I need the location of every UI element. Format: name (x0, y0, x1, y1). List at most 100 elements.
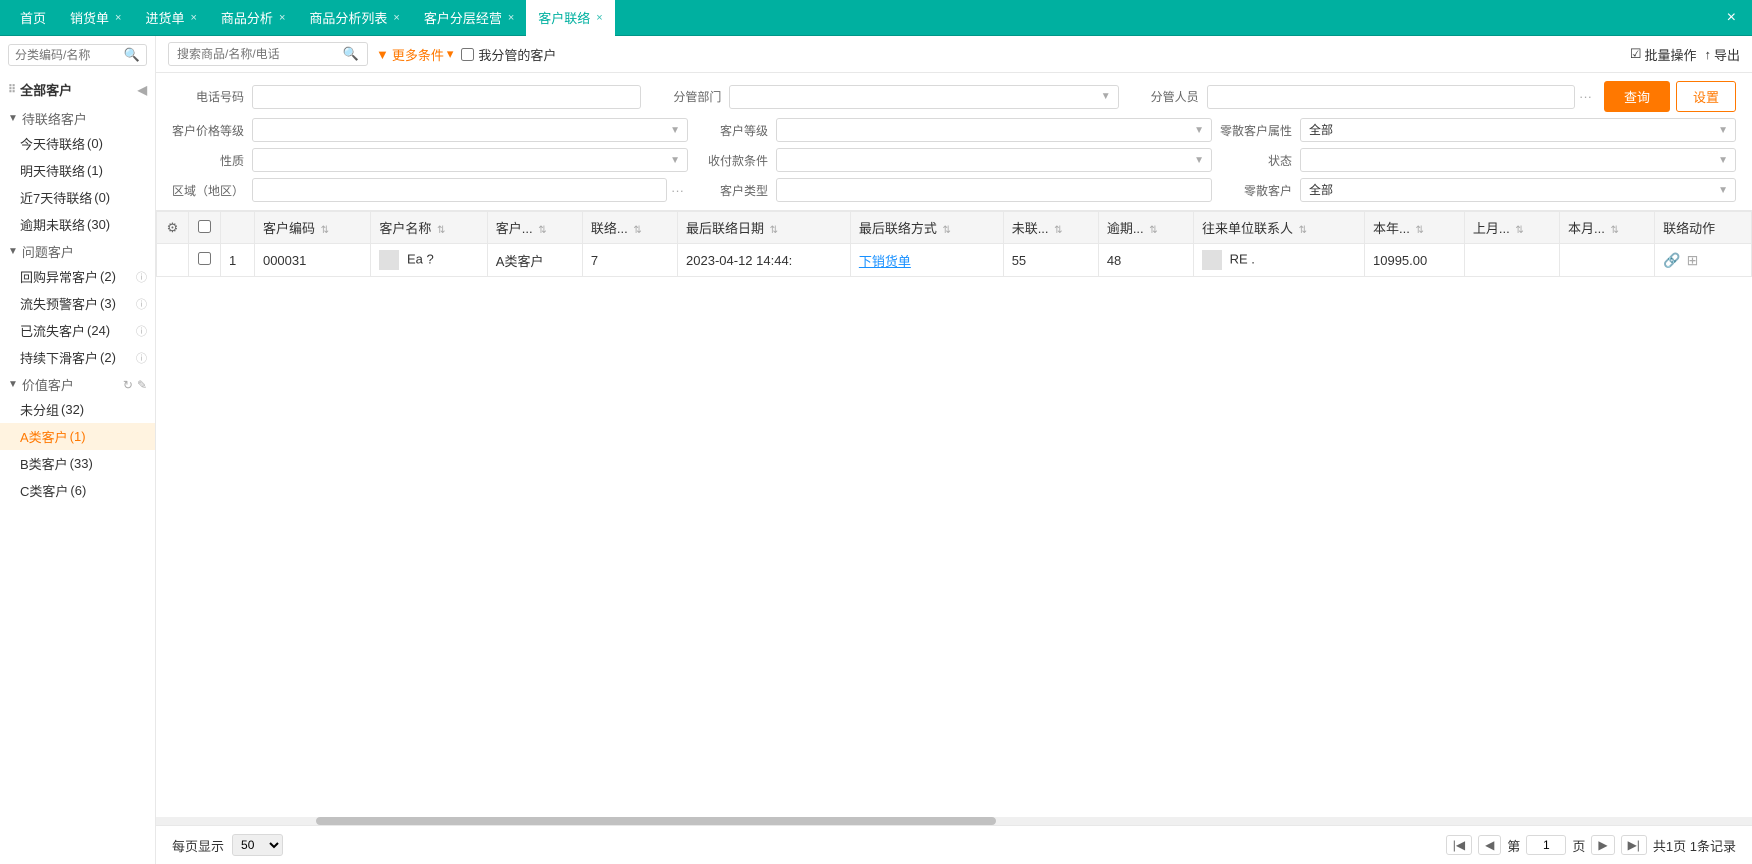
prev-page-button[interactable]: ◀ (1478, 835, 1501, 855)
th-customer-type[interactable]: 客户... ⇅ (487, 212, 582, 244)
nature-select[interactable] (252, 148, 688, 172)
th-contact-person[interactable]: 往来单位联系人 ⇅ (1193, 212, 1364, 244)
sidebar-item-b-class[interactable]: B类客户 (33) (0, 450, 155, 477)
all-customers-header[interactable]: ⠿ 全部客户 ◀ (0, 74, 155, 105)
td-current-year: 10995.00 (1365, 244, 1465, 277)
sidebar-item-7days[interactable]: 近7天待联络 (0) (0, 184, 155, 211)
region-input[interactable] (252, 178, 667, 202)
nav-product-analysis-list[interactable]: 商品分析列表 × (297, 0, 411, 36)
sort-person-icon: ⇅ (1299, 225, 1307, 236)
nav-sales-order[interactable]: 销货单 × (58, 0, 133, 36)
sidebar-item-unclassified[interactable]: 未分组 (32) (0, 396, 155, 423)
value-arrow-icon: ▼ (8, 379, 18, 390)
sort-year-icon: ⇅ (1415, 225, 1423, 236)
sidebar-item-a-class[interactable]: A类客户 (1) (0, 423, 155, 450)
my-customers-checkbox-label[interactable]: 我分管的客户 (461, 45, 556, 64)
sidebar-item-c-class[interactable]: C类客户 (6) (0, 477, 155, 504)
close-customer-segmentation-icon[interactable]: × (508, 12, 514, 24)
price-level-select[interactable] (252, 118, 688, 142)
problem-customers-group[interactable]: ▼ 问题客户 (0, 238, 155, 263)
close-purchase-order-icon[interactable]: × (190, 12, 196, 24)
pending-contact-group[interactable]: ▼ 待联络客户 (0, 105, 155, 130)
nav-customer-contact[interactable]: 客户联络 × (526, 0, 614, 36)
nav-product-analysis[interactable]: 商品分析 × (209, 0, 297, 36)
payment-label: 收付款条件 (696, 152, 776, 169)
last-page-button[interactable]: ▶| (1621, 835, 1647, 855)
td-no-contact-days: 55 (1003, 244, 1098, 277)
filter-nature: 性质 ▼ (172, 148, 688, 172)
sidebar-item-churned[interactable]: 已流失客户 (24) ⓘ (0, 317, 155, 344)
close-customer-contact-icon[interactable]: × (596, 12, 602, 24)
setting-button[interactable]: 设置 (1676, 81, 1736, 112)
page-size-select[interactable]: 50 100 200 (232, 834, 283, 856)
filter-retail-customer: 零散客户 全部 ▼ (1220, 178, 1736, 202)
search-input[interactable] (177, 47, 343, 61)
retail-attr-select[interactable]: 全部 (1300, 118, 1736, 142)
nav-home[interactable]: 首页 (8, 0, 58, 36)
edit-icon[interactable]: ✎ (137, 378, 147, 392)
manager-dots-icon[interactable]: ··· (1575, 89, 1596, 104)
page-navigation: |◀ ◀ 第 页 ▶ ▶| 共1页 1条记录 (1446, 835, 1736, 855)
my-customers-checkbox[interactable] (461, 48, 474, 61)
th-current-year[interactable]: 本年... ⇅ (1365, 212, 1465, 244)
select-all-checkbox[interactable] (198, 220, 211, 233)
th-name[interactable]: 客户名称 ⇅ (371, 212, 487, 244)
th-last-contact-date[interactable]: 最后联络日期 ⇅ (678, 212, 851, 244)
search-box[interactable]: 🔍 (168, 42, 368, 66)
close-all-button[interactable]: × (1719, 9, 1744, 27)
th-contact-count[interactable]: 联络... ⇅ (582, 212, 677, 244)
collapse-icon[interactable]: ◀ (138, 83, 147, 97)
export-button[interactable]: ↑ 导出 (1704, 45, 1740, 64)
sidebar-item-tomorrow[interactable]: 明天待联络 (1) (0, 157, 155, 184)
close-product-analysis-icon[interactable]: × (279, 12, 285, 24)
filter-price-level: 客户价格等级 ▼ (172, 118, 688, 142)
query-button[interactable]: 查询 (1604, 81, 1670, 112)
last-contact-method-link[interactable]: 下销货单 (859, 254, 911, 269)
th-no-contact-days[interactable]: 未联... ⇅ (1003, 212, 1098, 244)
sort-no-contact-icon: ⇅ (1054, 225, 1062, 236)
th-last-contact-method[interactable]: 最后联络方式 ⇅ (850, 212, 1003, 244)
close-sales-order-icon[interactable]: × (115, 12, 121, 24)
th-last-month[interactable]: 上月... ⇅ (1464, 212, 1559, 244)
status-select[interactable] (1300, 148, 1736, 172)
manager-input[interactable] (1207, 85, 1575, 109)
sort-last-month-icon: ⇅ (1515, 225, 1523, 236)
next-page-button[interactable]: ▶ (1591, 835, 1614, 855)
refresh-icon[interactable]: ↻ (123, 378, 133, 392)
table-settings-icon[interactable]: ⚙ (167, 220, 179, 235)
region-dots-icon[interactable]: ··· (667, 183, 688, 198)
th-current-month[interactable]: 本月... ⇅ (1560, 212, 1655, 244)
sidebar-search-input[interactable] (15, 48, 124, 62)
dept-select[interactable] (729, 85, 1118, 109)
sidebar-item-today[interactable]: 今天待联络 (0) (0, 130, 155, 157)
filter-payment: 收付款条件 ▼ (696, 148, 1212, 172)
th-overdue-days[interactable]: 逾期... ⇅ (1098, 212, 1193, 244)
nav-customer-segmentation[interactable]: 客户分层经营 × (412, 0, 526, 36)
sidebar-search-box[interactable]: 🔍 (8, 44, 147, 66)
batch-ops-button[interactable]: ☑ 批量操作 (1630, 45, 1697, 64)
sidebar-item-overdue[interactable]: 逾期未联络 (30) (0, 211, 155, 238)
value-customers-group[interactable]: ▼ 价值客户 ↻ ✎ (0, 371, 155, 396)
first-page-button[interactable]: |◀ (1446, 835, 1472, 855)
retail-customer-select[interactable]: 全部 (1300, 178, 1736, 202)
filter-row-4: 区域（地区） ··· 客户类型 零散客户 全部 ▼ (172, 178, 1736, 202)
sidebar-item-churn-warning[interactable]: 流失预警客户 (3) ⓘ (0, 290, 155, 317)
scroll-thumb[interactable] (316, 817, 996, 825)
nav-purchase-order[interactable]: 进货单 × (133, 0, 208, 36)
qr-code-icon[interactable]: ⊞ (1687, 252, 1699, 269)
table-row: 1 000031 Ea ? A类客户 (157, 244, 1752, 277)
sidebar-item-declining[interactable]: 持续下滑客户 (2) ⓘ (0, 344, 155, 371)
sidebar-item-repurchase-anomaly[interactable]: 回购异常客户 (2) ⓘ (0, 263, 155, 290)
customer-level-select[interactable] (776, 118, 1212, 142)
th-code[interactable]: 客户编码 ⇅ (254, 212, 370, 244)
contact-link-icon[interactable]: 🔗 (1663, 252, 1680, 269)
page-number-input[interactable] (1526, 835, 1566, 855)
row-checkbox[interactable] (198, 252, 211, 265)
customer-type-input[interactable] (776, 178, 1212, 202)
more-conditions-button[interactable]: ▼ 更多条件 ▾ (376, 45, 453, 64)
phone-input[interactable] (252, 85, 641, 109)
horizontal-scrollbar[interactable] (156, 817, 1752, 825)
payment-select[interactable] (776, 148, 1212, 172)
sort-contact-icon: ⇅ (633, 225, 641, 236)
close-product-analysis-list-icon[interactable]: × (393, 12, 399, 24)
